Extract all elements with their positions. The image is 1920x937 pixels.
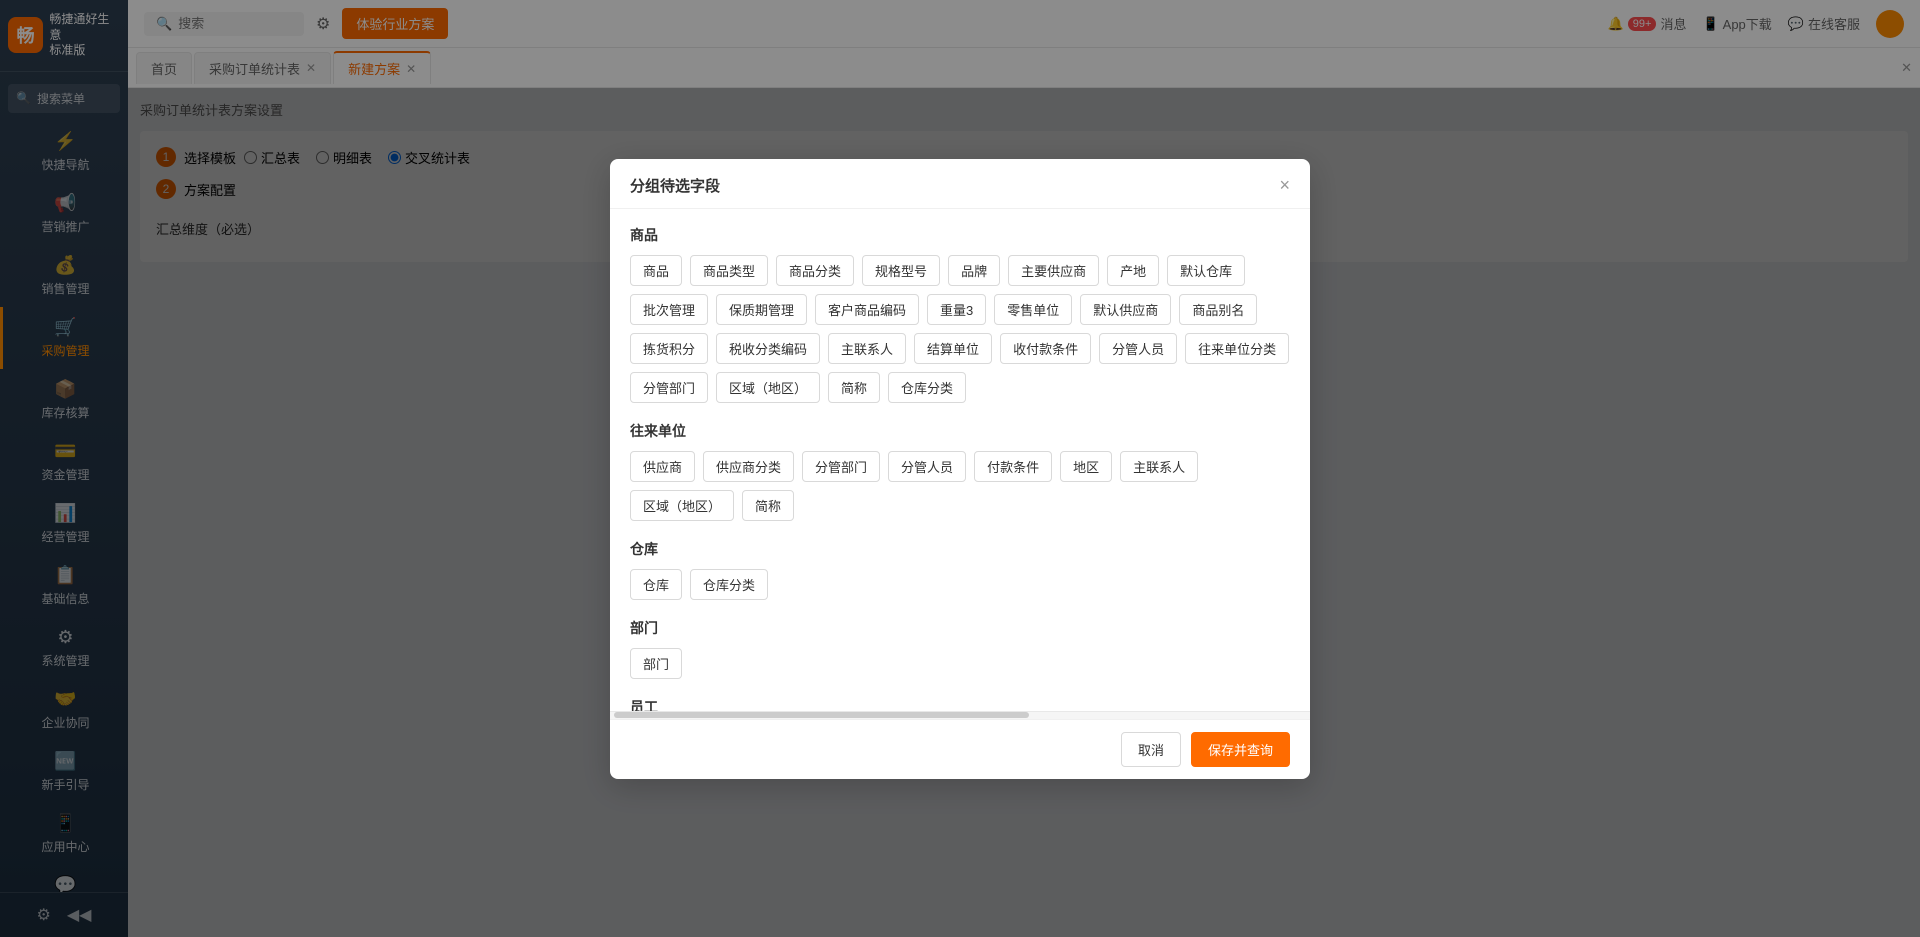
field-tag-product-2[interactable]: 商品分类 xyxy=(776,255,854,286)
field-tag-product-20[interactable]: 分管人员 xyxy=(1099,333,1177,364)
field-tag-product-21[interactable]: 往来单位分类 xyxy=(1185,333,1289,364)
field-tag-product-10[interactable]: 客户商品编码 xyxy=(815,294,919,325)
dialog-body[interactable]: 商品 商品 商品类型 商品分类 规格型号 品牌 主要供应商 产地 默认仓库 批次… xyxy=(610,209,1310,711)
product-field-tags: 商品 商品类型 商品分类 规格型号 品牌 主要供应商 产地 默认仓库 批次管理 … xyxy=(630,255,1290,403)
department-field-tags: 部门 xyxy=(630,648,1290,679)
field-tag-product-0[interactable]: 商品 xyxy=(630,255,682,286)
field-tag-product-17[interactable]: 主联系人 xyxy=(828,333,906,364)
warehouse-field-tags: 仓库 仓库分类 xyxy=(630,569,1290,600)
field-group-warehouse: 仓库 仓库 仓库分类 xyxy=(630,539,1290,600)
field-tag-product-25[interactable]: 仓库分类 xyxy=(888,372,966,403)
field-tag-counter-2[interactable]: 分管部门 xyxy=(802,451,880,482)
field-tag-counter-8[interactable]: 简称 xyxy=(742,490,794,521)
field-tag-warehouse-0[interactable]: 仓库 xyxy=(630,569,682,600)
dialog-title: 分组待选字段 xyxy=(630,175,720,196)
field-tag-counter-5[interactable]: 地区 xyxy=(1060,451,1112,482)
dialog-cancel-button[interactable]: 取消 xyxy=(1121,732,1181,767)
field-tag-product-23[interactable]: 区域（地区） xyxy=(716,372,820,403)
field-tag-product-14[interactable]: 商品别名 xyxy=(1179,294,1257,325)
group-title-department: 部门 xyxy=(630,618,1290,638)
field-tag-counter-7[interactable]: 区域（地区） xyxy=(630,490,734,521)
field-tag-product-11[interactable]: 重量3 xyxy=(927,294,986,325)
field-tag-product-24[interactable]: 简称 xyxy=(828,372,880,403)
field-tag-counter-1[interactable]: 供应商分类 xyxy=(703,451,794,482)
field-tag-counter-3[interactable]: 分管人员 xyxy=(888,451,966,482)
field-group-department: 部门 部门 xyxy=(630,618,1290,679)
dialog-hscroll-bar xyxy=(614,712,1029,718)
field-tag-product-4[interactable]: 品牌 xyxy=(948,255,1000,286)
dialog-footer: 取消 保存并查询 xyxy=(610,719,1310,779)
counterparty-field-tags: 供应商 供应商分类 分管部门 分管人员 付款条件 地区 主联系人 区域（地区） … xyxy=(630,451,1290,521)
field-tag-product-5[interactable]: 主要供应商 xyxy=(1008,255,1099,286)
field-tag-product-6[interactable]: 产地 xyxy=(1107,255,1159,286)
field-tag-product-1[interactable]: 商品类型 xyxy=(690,255,768,286)
field-tag-product-18[interactable]: 结算单位 xyxy=(914,333,992,364)
field-tag-warehouse-1[interactable]: 仓库分类 xyxy=(690,569,768,600)
field-tag-product-22[interactable]: 分管部门 xyxy=(630,372,708,403)
dialog-header: 分组待选字段 × xyxy=(610,159,1310,209)
field-group-counterparty: 往来单位 供应商 供应商分类 分管部门 分管人员 付款条件 地区 主联系人 区域… xyxy=(630,421,1290,521)
field-tag-product-12[interactable]: 零售单位 xyxy=(994,294,1072,325)
field-tag-counter-4[interactable]: 付款条件 xyxy=(974,451,1052,482)
group-title-employee: 员工 xyxy=(630,697,1290,711)
group-title-product: 商品 xyxy=(630,225,1290,245)
field-tag-product-7[interactable]: 默认仓库 xyxy=(1167,255,1245,286)
field-tag-counter-6[interactable]: 主联系人 xyxy=(1120,451,1198,482)
dialog-save-button[interactable]: 保存并查询 xyxy=(1191,732,1290,767)
field-tag-product-3[interactable]: 规格型号 xyxy=(862,255,940,286)
field-tag-product-13[interactable]: 默认供应商 xyxy=(1080,294,1171,325)
dialog-close-button[interactable]: × xyxy=(1279,175,1290,196)
field-tag-counter-0[interactable]: 供应商 xyxy=(630,451,695,482)
field-tag-department-0[interactable]: 部门 xyxy=(630,648,682,679)
field-tag-product-15[interactable]: 拣货积分 xyxy=(630,333,708,364)
field-tag-product-8[interactable]: 批次管理 xyxy=(630,294,708,325)
field-tag-product-16[interactable]: 税收分类编码 xyxy=(716,333,820,364)
field-tag-product-9[interactable]: 保质期管理 xyxy=(716,294,807,325)
group-title-counterparty: 往来单位 xyxy=(630,421,1290,441)
field-selection-dialog: 分组待选字段 × 商品 商品 商品类型 商品分类 规格型号 品牌 主要供应商 产… xyxy=(610,159,1310,779)
field-group-product: 商品 商品 商品类型 商品分类 规格型号 品牌 主要供应商 产地 默认仓库 批次… xyxy=(630,225,1290,403)
group-title-warehouse: 仓库 xyxy=(630,539,1290,559)
dialog-horizontal-scrollbar[interactable] xyxy=(610,711,1310,719)
field-tag-product-19[interactable]: 收付款条件 xyxy=(1000,333,1091,364)
field-group-employee: 员工 业务员 xyxy=(630,697,1290,711)
